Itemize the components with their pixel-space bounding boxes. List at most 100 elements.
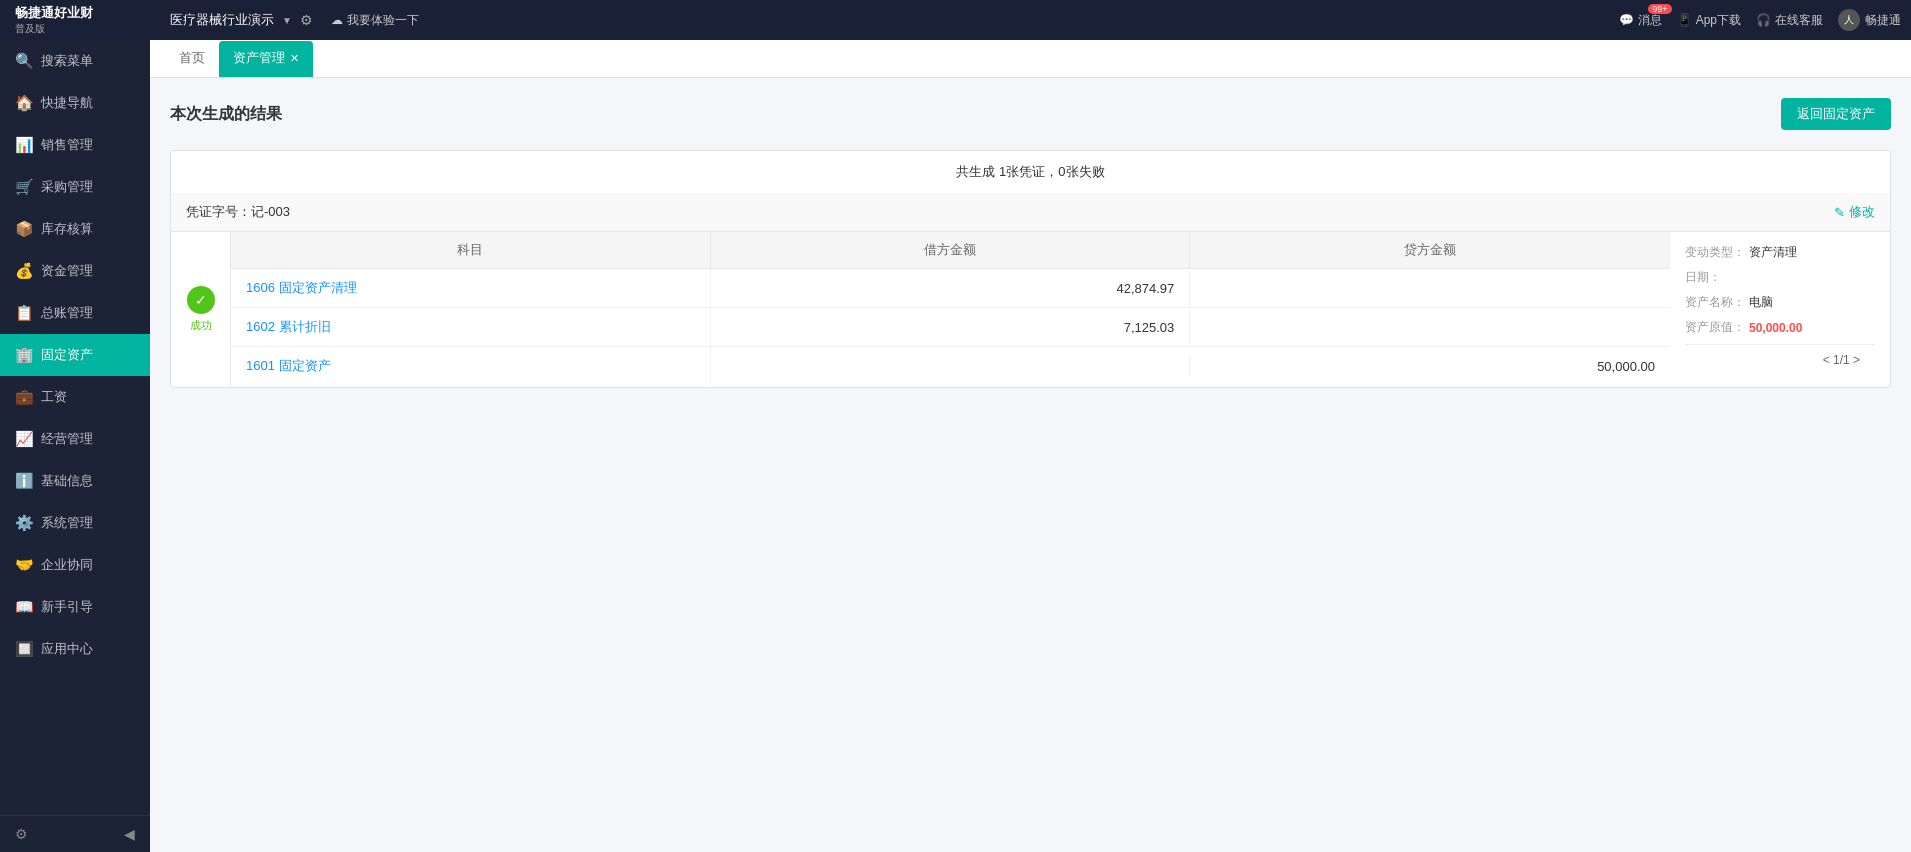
message-label: 消息 [1638,12,1662,29]
row3-subject[interactable]: 1601 固定资产 [231,347,711,385]
online-service-icon: 🎧 [1756,13,1771,27]
return-button[interactable]: 返回固定资产 [1781,98,1891,130]
sidebar-item-app-center[interactable]: 🔲 应用中心 [0,628,150,670]
row1-credit [1190,278,1670,298]
sidebar-label-funds: 资金管理 [41,262,93,280]
edit-label: 修改 [1849,203,1875,221]
app-download-action[interactable]: 📱 App下载 [1677,12,1741,29]
row2-debit: 7,125.03 [711,310,1191,345]
try-label: 我要体验一下 [347,12,419,29]
tab-asset-mgmt-label: 资产管理 [233,49,285,67]
logo-text: 畅捷通好业财 [15,4,93,22]
online-service-action[interactable]: 🎧 在线客服 [1756,12,1823,29]
change-type-label: 变动类型： [1685,244,1745,261]
tab-home-label: 首页 [179,49,205,67]
sidebar-label-fixed-assets: 固定资产 [41,346,93,364]
pagination[interactable]: < 1/1 > [1685,344,1875,375]
asset-name-row: 资产名称： 电脑 [1685,294,1875,311]
user-area[interactable]: 人 畅捷通 [1838,9,1901,31]
sidebar-item-fixed-assets[interactable]: 🏢 固定资产 [0,334,150,376]
sidebar-item-ledger[interactable]: 📋 总账管理 [0,292,150,334]
edit-icon: ✎ [1834,205,1845,220]
row2-subject[interactable]: 1602 累计折旧 [231,308,711,346]
sidebar-item-operations[interactable]: 📈 经营管理 [0,418,150,460]
inventory-icon: 📦 [15,220,33,238]
sidebar-label-basic-info: 基础信息 [41,472,93,490]
tab-asset-mgmt[interactable]: 资产管理 ✕ [219,41,313,77]
sidebar-item-quick-nav[interactable]: 🏠 快捷导航 [0,82,150,124]
sidebar-label-salary: 工资 [41,388,67,406]
asset-name-value: 电脑 [1749,294,1773,311]
original-value-row: 资产原值： 50,000.00 [1685,319,1875,336]
status-column: ✓ 成功 [171,232,231,387]
sidebar-footer: ⚙ ◀ [0,815,150,852]
sidebar-item-purchase[interactable]: 🛒 采购管理 [0,166,150,208]
col-debit: 借方金额 [711,232,1191,268]
search-icon: 🔍 [15,52,33,70]
footer-collapse-icon[interactable]: ◀ [124,826,135,842]
tab-bar: 首页 资产管理 ✕ [150,40,1911,78]
table-row: 1606 固定资产清理 42,874.97 [231,269,1670,308]
sidebar-item-inventory[interactable]: 📦 库存核算 [0,208,150,250]
sidebar-item-funds[interactable]: 💰 资金管理 [0,250,150,292]
result-header: 本次生成的结果 返回固定资产 [170,98,1891,130]
page-content: 本次生成的结果 返回固定资产 共生成 1张凭证，0张失败 凭证字号：记-003 … [150,78,1911,852]
home-icon: 🏠 [15,94,33,112]
enterprise-icon: 🤝 [15,556,33,574]
company-settings-icon[interactable]: ⚙ [300,12,313,28]
date-label: 日期： [1685,269,1721,286]
tab-close-icon[interactable]: ✕ [290,52,299,65]
sidebar-item-sales[interactable]: 📊 销售管理 [0,124,150,166]
sidebar: 🔍 搜索菜单 🏠 快捷导航 📊 销售管理 🛒 采购管理 📦 库存核算 💰 资金管… [0,40,150,852]
sidebar-item-enterprise[interactable]: 🤝 企业协同 [0,544,150,586]
username-label: 畅捷通 [1865,12,1901,29]
avatar: 人 [1838,9,1860,31]
company-dropdown-icon[interactable]: ▼ [282,15,292,26]
date-row: 日期： [1685,269,1875,286]
sidebar-label-system: 系统管理 [41,514,93,532]
sidebar-label-purchase: 采购管理 [41,178,93,196]
sidebar-label-guide: 新手引导 [41,598,93,616]
table-row: 1602 累计折旧 7,125.03 [231,308,1670,347]
col-credit: 贷方金额 [1190,232,1670,268]
summary-bar: 共生成 1张凭证，0张失败 [171,151,1890,193]
sidebar-label-sales: 销售管理 [41,136,93,154]
salary-icon: 💼 [15,388,33,406]
sidebar-label-search: 搜索菜单 [41,52,93,70]
sidebar-item-guide[interactable]: 📖 新手引导 [0,586,150,628]
summary-text: 共生成 1张凭证，0张失败 [956,164,1104,179]
sidebar-item-system[interactable]: ⚙️ 系统管理 [0,502,150,544]
top-header: 畅捷通好业财 普及版 医疗器械行业演示 ▼ ⚙ ☁ 我要体验一下 💬 消息 99… [0,0,1911,40]
header-center: 医疗器械行业演示 ▼ ⚙ ☁ 我要体验一下 [160,11,1619,29]
sidebar-item-salary[interactable]: 💼 工资 [0,376,150,418]
voucher-number: 凭证字号：记-003 [186,203,290,221]
basic-info-icon: ℹ️ [15,472,33,490]
table-with-status: ✓ 成功 科目 借方金额 贷方金额 16 [171,232,1890,387]
table-row: 1601 固定资产 50,000.00 [231,347,1670,385]
sidebar-label-enterprise: 企业协同 [41,556,93,574]
tab-home[interactable]: 首页 [165,41,219,77]
guide-icon: 📖 [15,598,33,616]
original-value-value: 50,000.00 [1749,321,1802,335]
funds-icon: 💰 [15,262,33,280]
sidebar-item-basic-info[interactable]: ℹ️ 基础信息 [0,460,150,502]
fixed-assets-icon: 🏢 [15,346,33,364]
main-table-area: 科目 借方金额 贷方金额 1606 固定资产清理 42,874.97 16 [231,232,1670,387]
col-subject: 科目 [231,232,711,268]
success-icon: ✓ [195,292,207,308]
sidebar-item-search[interactable]: 🔍 搜索菜单 [0,40,150,82]
change-type-row: 变动类型： 资产清理 [1685,244,1875,261]
try-button[interactable]: ☁ 我要体验一下 [331,12,419,29]
app-center-icon: 🔲 [15,640,33,658]
change-type-value: 资产清理 [1749,244,1797,261]
edit-button[interactable]: ✎ 修改 [1834,203,1875,221]
message-action[interactable]: 💬 消息 99+ [1619,12,1662,29]
sidebar-label-app-center: 应用中心 [41,640,93,658]
system-icon: ⚙️ [15,514,33,532]
content-area: 首页 资产管理 ✕ 本次生成的结果 返回固定资产 共生成 1张凭证，0张失败 [150,40,1911,852]
row3-credit: 50,000.00 [1190,349,1670,384]
logo-version: 普及版 [15,22,45,36]
sidebar-label-inventory: 库存核算 [41,220,93,238]
row1-subject[interactable]: 1606 固定资产清理 [231,269,711,307]
footer-settings-icon[interactable]: ⚙ [15,826,28,842]
